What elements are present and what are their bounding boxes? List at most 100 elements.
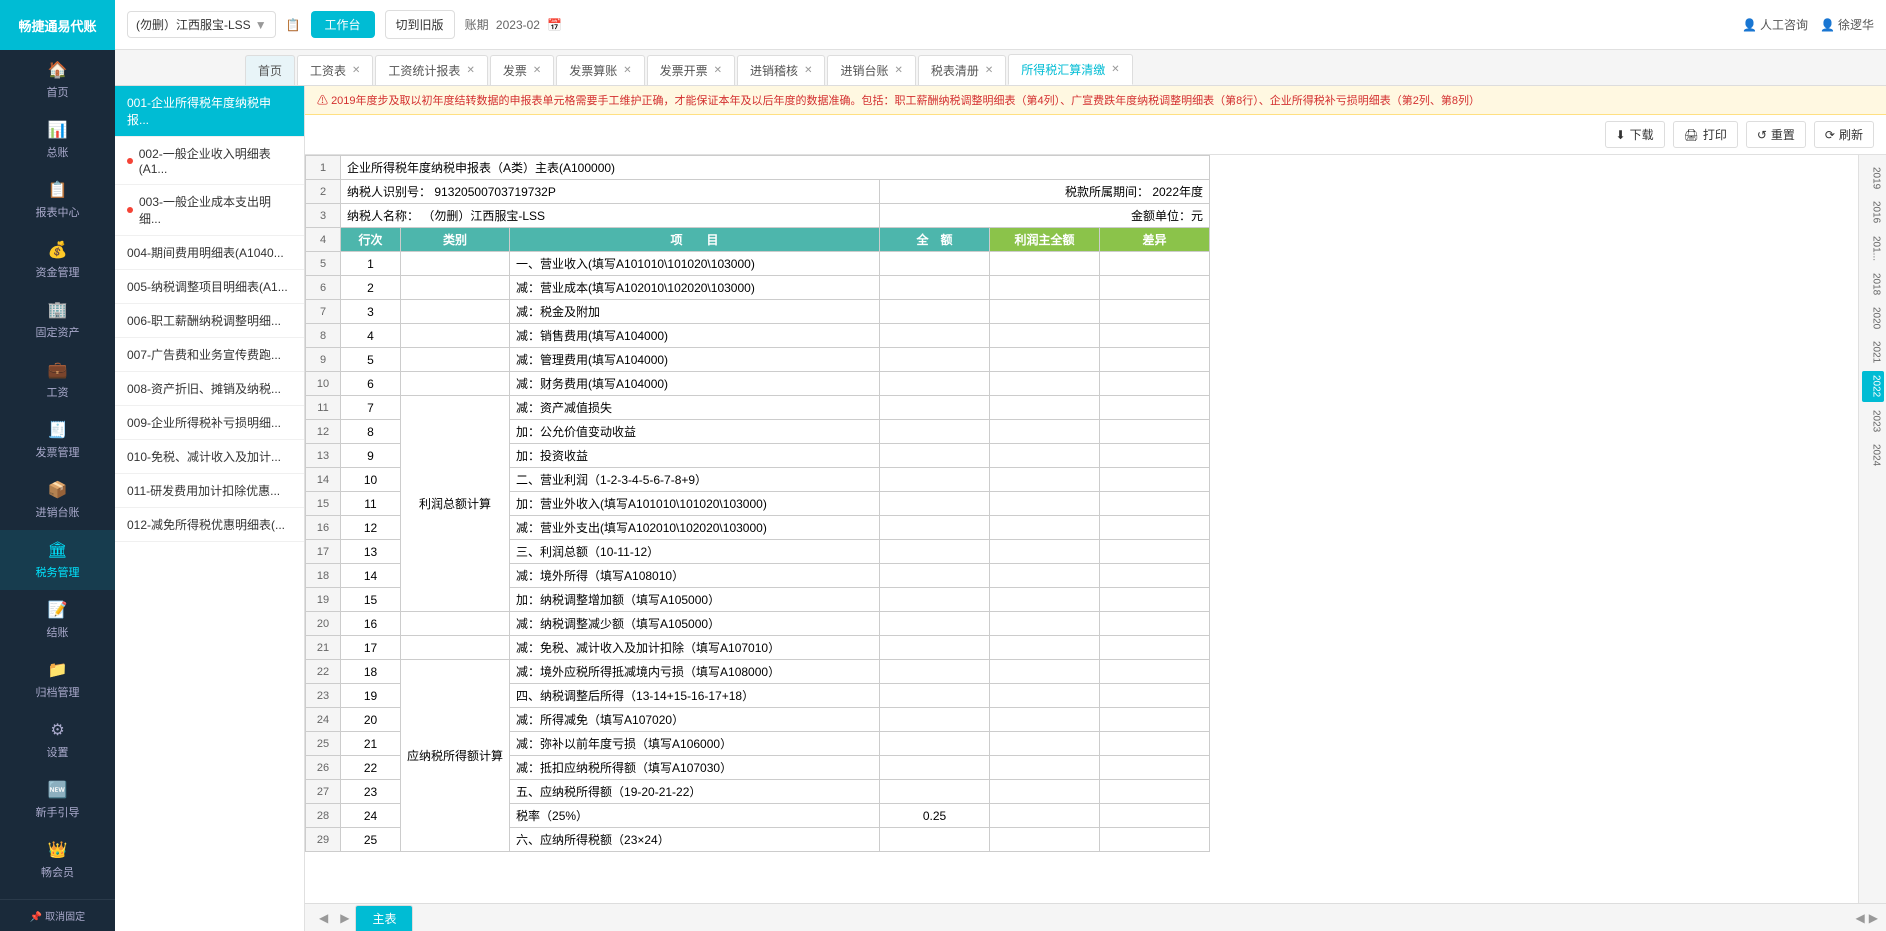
tab-close-icon[interactable]: ✕	[352, 65, 360, 76]
amount-cell[interactable]	[880, 444, 990, 468]
sub-nav-item-011[interactable]: 011-研发费用加计扣除优惠...	[115, 474, 304, 508]
amount-cell[interactable]	[880, 588, 990, 612]
tab-close-icon[interactable]: ✕	[623, 65, 631, 76]
reset-button[interactable]: ↺ 重置	[1746, 121, 1806, 148]
company-selector[interactable]: (勿删）江西服宝-LSS ▼	[127, 11, 276, 38]
tab-close-icon[interactable]: ✕	[894, 65, 902, 76]
sub-nav-item-002[interactable]: 002-一般企业收入明细表(A1...	[115, 137, 304, 185]
diff-cell[interactable]	[1100, 324, 1210, 348]
amount-cell[interactable]	[880, 252, 990, 276]
profit-cell[interactable]	[990, 444, 1100, 468]
sidebar-item-salary[interactable]: 💼 工资	[0, 350, 115, 410]
profit-cell[interactable]	[990, 516, 1100, 540]
diff-cell[interactable]	[1100, 276, 1210, 300]
tab-close-icon[interactable]: ✕	[985, 65, 993, 76]
tab-next-arrow[interactable]: ▶	[334, 909, 355, 927]
copy-icon[interactable]: 📋	[286, 18, 301, 32]
diff-cell[interactable]	[1100, 636, 1210, 660]
amount-cell[interactable]	[880, 780, 990, 804]
bottom-tab-main[interactable]: 主表	[355, 905, 413, 931]
diff-cell[interactable]	[1100, 756, 1210, 780]
profit-cell[interactable]	[990, 732, 1100, 756]
profit-cell[interactable]	[990, 468, 1100, 492]
profit-cell[interactable]	[990, 540, 1100, 564]
amount-cell[interactable]	[880, 396, 990, 420]
amount-cell[interactable]	[880, 324, 990, 348]
amount-cell[interactable]	[880, 372, 990, 396]
sub-nav-item-010[interactable]: 010-免税、减计收入及加计...	[115, 440, 304, 474]
diff-cell[interactable]	[1100, 492, 1210, 516]
sub-nav-item-006[interactable]: 006-职工薪酬纳税调整明细...	[115, 304, 304, 338]
diff-cell[interactable]	[1100, 660, 1210, 684]
sidebar-item-archive[interactable]: 📁 归档管理	[0, 650, 115, 710]
year-tag-2024[interactable]: 2024	[1862, 440, 1884, 470]
sub-nav-item-004[interactable]: 004-期间费用明细表(A1040...	[115, 236, 304, 270]
profit-cell[interactable]	[990, 828, 1100, 852]
amount-cell[interactable]	[880, 708, 990, 732]
workbench-button[interactable]: 工作台	[311, 11, 375, 38]
year-tag-2017[interactable]: 201...	[1862, 232, 1884, 265]
diff-cell[interactable]	[1100, 780, 1210, 804]
amount-cell[interactable]	[880, 516, 990, 540]
profit-cell[interactable]	[990, 252, 1100, 276]
tab-close-icon[interactable]: ✕	[1111, 64, 1119, 75]
profit-cell[interactable]	[990, 324, 1100, 348]
profit-cell[interactable]	[990, 300, 1100, 324]
amount-cell[interactable]	[880, 636, 990, 660]
download-button[interactable]: ⬇ 下载	[1605, 121, 1665, 148]
sidebar-item-tax[interactable]: 🏛 税务管理	[0, 530, 115, 590]
scroll-left-icon[interactable]: ◀	[1856, 911, 1865, 925]
amount-cell[interactable]	[880, 684, 990, 708]
diff-cell[interactable]	[1100, 300, 1210, 324]
sidebar-item-ledger[interactable]: 📊 总账	[0, 110, 115, 170]
sub-nav-item-008[interactable]: 008-资产折旧、摊销及纳税...	[115, 372, 304, 406]
tab-invoice-calc[interactable]: 发票算账 ✕	[556, 55, 644, 85]
amount-cell[interactable]	[880, 660, 990, 684]
profit-cell[interactable]	[990, 708, 1100, 732]
sub-nav-item-005[interactable]: 005-纳税调整项目明细表(A1...	[115, 270, 304, 304]
sidebar-item-sales[interactable]: 📦 进销台账	[0, 470, 115, 530]
diff-cell[interactable]	[1100, 732, 1210, 756]
amount-cell[interactable]	[880, 540, 990, 564]
amount-cell[interactable]	[880, 732, 990, 756]
tab-close-icon[interactable]: ✕	[466, 65, 474, 76]
amount-cell[interactable]	[880, 468, 990, 492]
diff-cell[interactable]	[1100, 252, 1210, 276]
diff-cell[interactable]	[1100, 588, 1210, 612]
tab-prev-arrow[interactable]: ◀	[313, 909, 334, 927]
diff-cell[interactable]	[1100, 348, 1210, 372]
sidebar-item-assets[interactable]: 🏢 固定资产	[0, 290, 115, 350]
amount-cell[interactable]	[880, 300, 990, 324]
diff-cell[interactable]	[1100, 828, 1210, 852]
profit-cell[interactable]	[990, 684, 1100, 708]
diff-cell[interactable]	[1100, 612, 1210, 636]
tab-salary[interactable]: 工资表 ✕	[297, 55, 373, 85]
sidebar-item-invoice[interactable]: 🧾 发票管理	[0, 410, 115, 470]
sidebar-item-member[interactable]: 👑 畅会员	[0, 830, 115, 890]
profit-cell[interactable]	[990, 756, 1100, 780]
year-tag-2019[interactable]: 2019	[1862, 163, 1884, 193]
amount-cell[interactable]	[880, 348, 990, 372]
profit-cell[interactable]	[990, 588, 1100, 612]
tab-salary-report[interactable]: 工资统计报表 ✕	[375, 55, 487, 85]
sub-nav-item-009[interactable]: 009-企业所得税补亏损明细...	[115, 406, 304, 440]
sidebar-item-settings[interactable]: ⚙ 设置	[0, 710, 115, 770]
diff-cell[interactable]	[1100, 468, 1210, 492]
tab-tax-clear[interactable]: 税表清册 ✕	[918, 55, 1006, 85]
profit-cell[interactable]	[990, 780, 1100, 804]
profit-cell[interactable]	[990, 804, 1100, 828]
tab-sales-ledger[interactable]: 进销台账 ✕	[827, 55, 915, 85]
year-tag-2023[interactable]: 2023	[1862, 406, 1884, 436]
sub-nav-item-007[interactable]: 007-广告费和业务宣传费跑...	[115, 338, 304, 372]
amount-cell[interactable]	[880, 828, 990, 852]
diff-cell[interactable]	[1100, 396, 1210, 420]
print-button[interactable]: 🖨 打印	[1673, 121, 1738, 148]
amount-cell[interactable]	[880, 612, 990, 636]
tab-income-tax[interactable]: 所得税汇算清缴 ✕	[1008, 54, 1132, 85]
tab-close-icon[interactable]: ✕	[804, 65, 812, 76]
sub-nav-item-012[interactable]: 012-减免所得税优惠明细表(...	[115, 508, 304, 542]
diff-cell[interactable]	[1100, 804, 1210, 828]
sheet-main[interactable]: 1 企业所得税年度纳税申报表（A类）主表(A100000) 2 纳税人识别号： …	[305, 155, 1858, 903]
tab-close-icon[interactable]: ✕	[714, 65, 722, 76]
year-tag-2020[interactable]: 2020	[1862, 303, 1884, 333]
